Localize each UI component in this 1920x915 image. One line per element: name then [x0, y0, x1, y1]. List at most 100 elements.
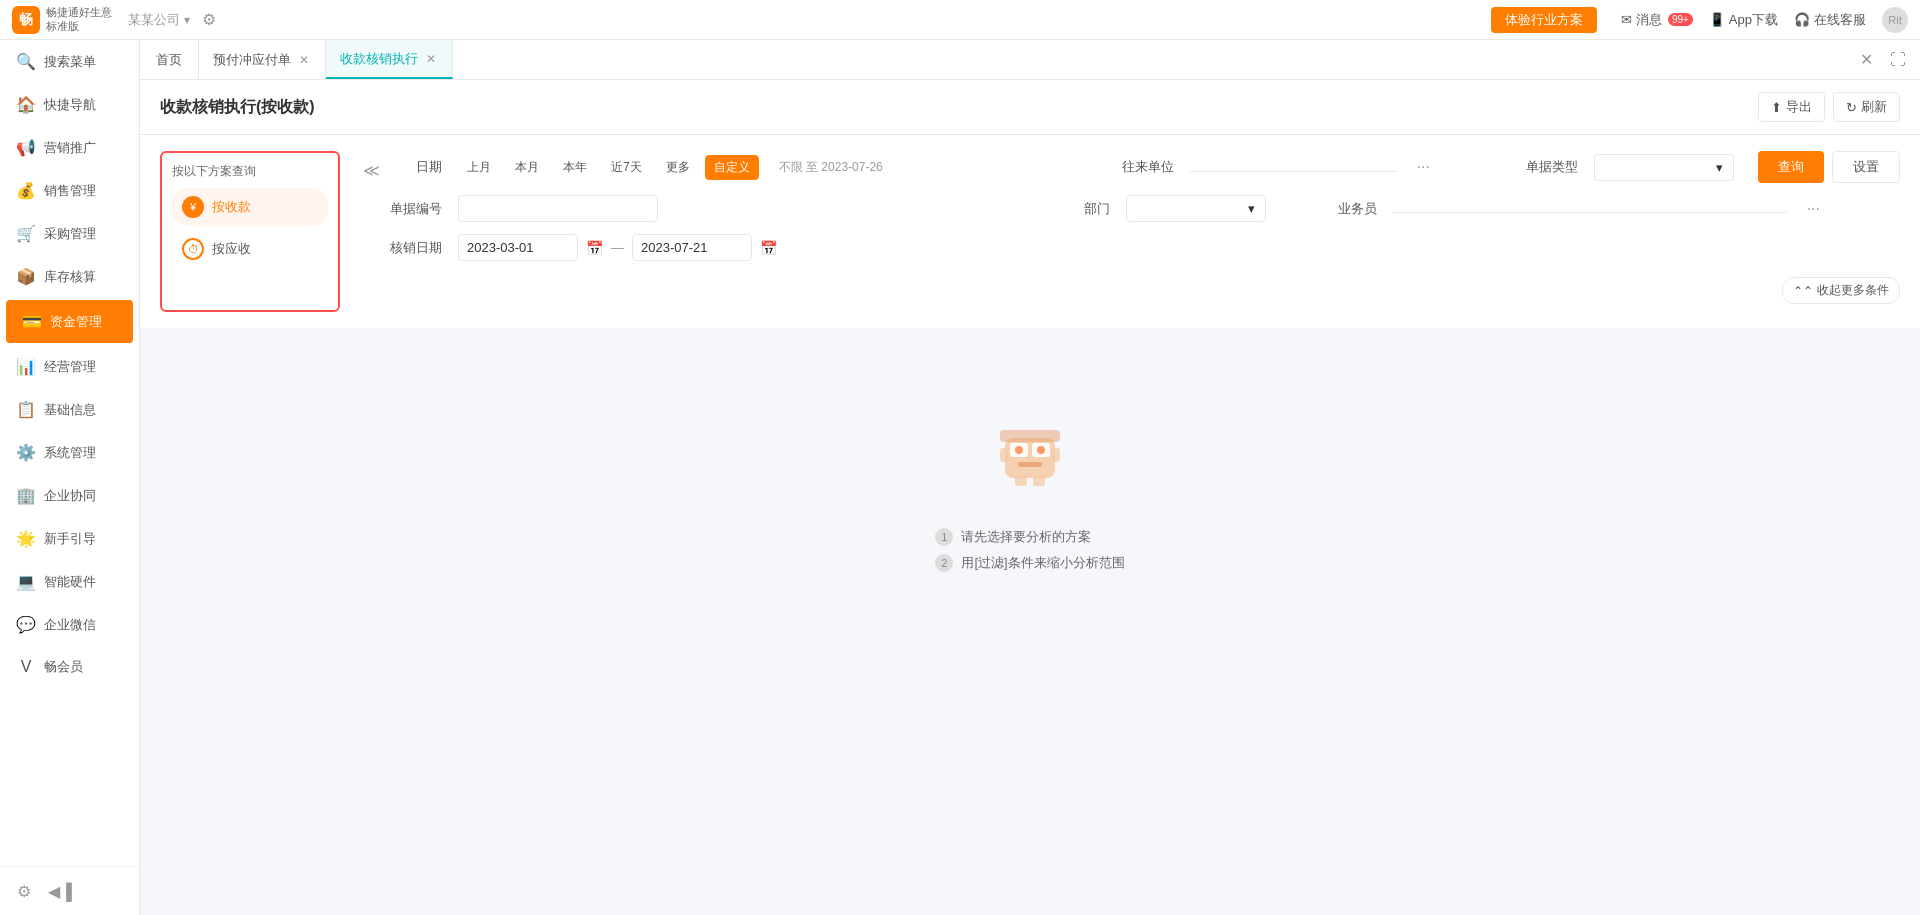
collapse-more-btn[interactable]: ⌃⌃ 收起更多条件: [1782, 277, 1900, 304]
tab-prepay[interactable]: 预付冲应付单 ✕: [199, 40, 326, 79]
company-name[interactable]: 某某公司 ▾: [128, 11, 190, 29]
page-header: 收款核销执行(按收款) ⬆ 导出 ↻ 刷新: [140, 80, 1920, 135]
sidebar-item-label: 经营管理: [44, 358, 96, 376]
message-btn[interactable]: ✉ 消息 99+: [1621, 11, 1693, 29]
date-btn-this-year[interactable]: 本年: [554, 155, 596, 180]
collapse-more-area: ⌃⌃ 收起更多条件: [382, 273, 1900, 312]
megaphone-icon: 📢: [16, 138, 36, 157]
export-btn[interactable]: ⬆ 导出: [1758, 92, 1825, 122]
sidebar-collapse-btn[interactable]: ◀▐: [46, 877, 74, 905]
cart-icon: 🛒: [16, 224, 36, 243]
calendar-start-icon[interactable]: 📅: [586, 240, 603, 256]
tip-1-text: 请先选择要分析的方案: [961, 528, 1091, 546]
svg-point-4: [1037, 446, 1045, 454]
laptop-icon: 💻: [16, 572, 36, 591]
sidebar-item-enterprise[interactable]: 🏢 企业协同: [0, 474, 139, 517]
app-download-btn[interactable]: 📱 App下载: [1709, 11, 1778, 29]
topbar: 畅 畅捷通好生意标准版 某某公司 ▾ ⚙ 体验行业方案 ✉ 消息 99+ 📱 A…: [0, 0, 1920, 40]
industry-btn[interactable]: 体验行业方案: [1491, 7, 1597, 33]
page-title: 收款核销执行(按收款): [160, 97, 315, 130]
sidebar-item-label: 销售管理: [44, 182, 96, 200]
department-select[interactable]: ▾: [1126, 195, 1266, 222]
close-tab-btn[interactable]: ✕: [1852, 46, 1880, 74]
sidebar-item-basics[interactable]: 📋 基础信息: [0, 388, 139, 431]
sidebar-item-wechat[interactable]: 💬 企业微信: [0, 603, 139, 646]
sidebar-item-operations[interactable]: 📊 经营管理: [0, 345, 139, 388]
trade-partner-more-icon[interactable]: ···: [1417, 158, 1430, 176]
tab-receipts[interactable]: 收款核销执行 ✕: [326, 40, 453, 79]
filter-collapse-btn[interactable]: ≪: [360, 161, 382, 180]
sidebar-item-sales[interactable]: 💰 销售管理: [0, 169, 139, 212]
tab-close-receipts[interactable]: ✕: [424, 50, 438, 68]
check-date-start[interactable]: [458, 234, 578, 261]
page-content: 收款核销执行(按收款) ⬆ 导出 ↻ 刷新 按以下方案查询: [140, 80, 1920, 915]
sidebar-item-marketing[interactable]: 📢 营销推广: [0, 126, 139, 169]
sidebar-item-search[interactable]: 🔍 搜索菜单: [0, 40, 139, 83]
sidebar-item-label: 快捷导航: [44, 96, 96, 114]
filter-panel-title: 按以下方案查询: [172, 163, 328, 180]
staff-more-icon[interactable]: ···: [1807, 200, 1820, 218]
tab-close-prepay[interactable]: ✕: [297, 51, 311, 69]
calendar-end-icon[interactable]: 📅: [760, 240, 777, 256]
sidebar-item-system[interactable]: ⚙️ 系统管理: [0, 431, 139, 474]
chevron-down-icon: ▾: [184, 13, 190, 27]
empty-tip-2: 2 用[过滤]条件来缩小分析范围: [935, 554, 1124, 572]
svg-point-3: [1015, 446, 1023, 454]
sidebar-item-shortcut[interactable]: 🏠 快捷导航: [0, 83, 139, 126]
tab-label: 预付冲应付单: [213, 51, 291, 69]
sidebar-item-label: 新手引导: [44, 530, 96, 548]
user-info[interactable]: Rit: [1882, 7, 1908, 33]
sidebar-item-label: 采购管理: [44, 225, 96, 243]
filter-row-2: 单据编号 部门 ▾ 业务员 ···: [382, 195, 1900, 222]
date-options: 上月 本月 本年 近7天 更多 自定义: [458, 155, 759, 180]
message-badge: 99+: [1668, 13, 1693, 26]
filter-by-receipt[interactable]: ¥ 按收款: [172, 188, 328, 226]
check-date-end[interactable]: [632, 234, 752, 261]
online-service-btn[interactable]: 🎧 在线客服: [1794, 11, 1866, 29]
list-icon: 📋: [16, 400, 36, 419]
sidebar-item-label: 智能硬件: [44, 573, 96, 591]
main-layout: 🔍 搜索菜单 🏠 快捷导航 📢 营销推广 💰 销售管理 🛒 采购管理 📦 库存核…: [0, 40, 1920, 915]
sidebar-item-funds[interactable]: 💳 资金管理: [6, 300, 133, 343]
query-btn[interactable]: 查询: [1758, 151, 1824, 183]
sidebar-item-hardware[interactable]: 💻 智能硬件: [0, 560, 139, 603]
date-btn-7days[interactable]: 近7天: [602, 155, 651, 180]
sidebar-item-label: 营销推广: [44, 139, 96, 157]
date-btn-this-month[interactable]: 本月: [506, 155, 548, 180]
vip-icon: V: [16, 658, 36, 676]
building-icon: 🏢: [16, 486, 36, 505]
date-btn-more[interactable]: 更多: [657, 155, 699, 180]
content-area: 首页 预付冲应付单 ✕ 收款核销执行 ✕ ✕ ⛶ 收款核销执行(按收款): [140, 40, 1920, 915]
svg-rect-9: [1033, 476, 1045, 486]
bill-type-select[interactable]: ▾: [1594, 154, 1734, 181]
svg-rect-8: [1015, 476, 1027, 486]
filter-area: 按以下方案查询 ¥ 按收款 ⏱ 按应收 ≪: [140, 135, 1920, 328]
tip-2-num: 2: [935, 554, 953, 572]
tab-bar-actions: ✕ ⛶: [1852, 46, 1920, 74]
date-btn-custom[interactable]: 自定义: [705, 155, 759, 180]
filter-by-receivable[interactable]: ⏱ 按应收: [172, 230, 328, 268]
expand-tab-btn[interactable]: ⛶: [1884, 46, 1912, 74]
bill-type-label: 单据类型: [1526, 158, 1578, 176]
export-icon: ⬆: [1771, 100, 1782, 115]
settings-icon[interactable]: ⚙: [202, 10, 216, 29]
filter-left-panel: 按以下方案查询 ¥ 按收款 ⏱ 按应收: [160, 151, 340, 312]
sidebar-item-purchase[interactable]: 🛒 采购管理: [0, 212, 139, 255]
bill-no-label: 单据编号: [382, 200, 442, 218]
tab-home[interactable]: 首页: [140, 40, 199, 79]
refresh-btn[interactable]: ↻ 刷新: [1833, 92, 1900, 122]
setting-btn[interactable]: 设置: [1832, 151, 1900, 183]
empty-state: 1 请先选择要分析的方案 2 用[过滤]条件来缩小分析范围: [140, 328, 1920, 652]
bill-no-input[interactable]: [458, 195, 658, 222]
sidebar-item-inventory[interactable]: 📦 库存核算: [0, 255, 139, 298]
empty-tips: 1 请先选择要分析的方案 2 用[过滤]条件来缩小分析范围: [935, 528, 1124, 572]
sidebar-item-member[interactable]: V 畅会员: [0, 646, 139, 688]
chevron-down-icon: ▾: [1716, 160, 1723, 175]
date-label: 日期: [382, 158, 442, 176]
sidebar-item-guide[interactable]: 🌟 新手引导: [0, 517, 139, 560]
sidebar: 🔍 搜索菜单 🏠 快捷导航 📢 营销推广 💰 销售管理 🛒 采购管理 📦 库存核…: [0, 40, 140, 915]
sidebar-settings-btn[interactable]: ⚙: [10, 877, 38, 905]
refresh-icon: ↻: [1846, 100, 1857, 115]
date-btn-last-month[interactable]: 上月: [458, 155, 500, 180]
logo-icon: 畅: [12, 6, 40, 34]
